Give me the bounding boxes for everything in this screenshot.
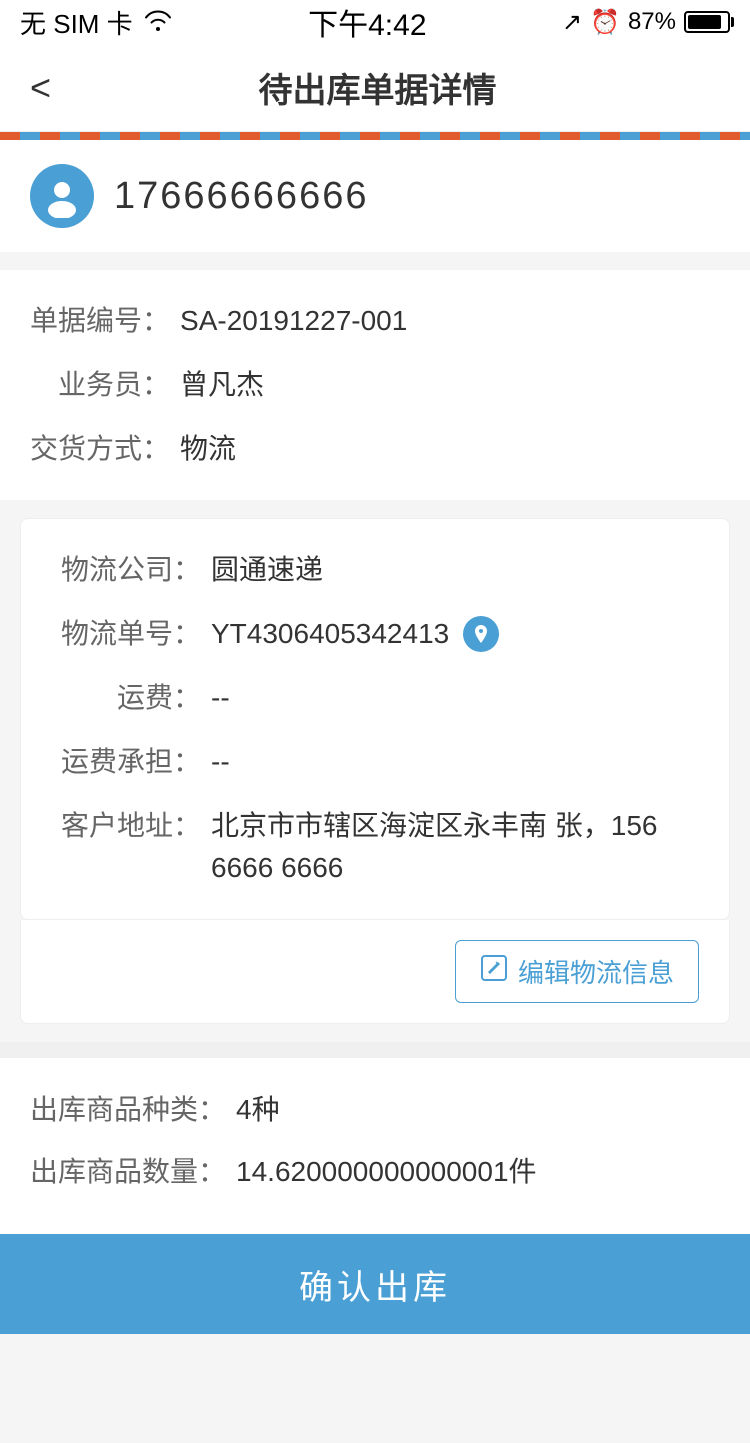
battery-percent: 87% — [628, 8, 676, 36]
bottom-spacer — [0, 1323, 750, 1443]
tracking-number-label: 物流单号： — [51, 613, 201, 655]
delivery-method-value: 物流 — [170, 428, 720, 470]
address-row: 客户地址： 北京市市辖区海淀区永丰南 张，156 6666 6666 — [51, 805, 699, 889]
logistics-section: 物流公司： 圆通速递 物流单号： YT4306405342413 运费： -- … — [20, 518, 730, 920]
back-button[interactable]: < — [30, 67, 71, 109]
alarm-icon: ⏰ — [590, 8, 620, 37]
tracking-location-icon[interactable] — [463, 616, 499, 652]
logistics-company-label: 物流公司： — [51, 549, 201, 591]
document-number-value: SA-20191227-001 — [170, 300, 720, 342]
edit-logistics-label: 编辑物流信息 — [518, 953, 674, 990]
logistics-company-row: 物流公司： 圆通速递 — [51, 549, 699, 591]
status-right: ↗ ⏰ 87% — [562, 8, 730, 37]
location-status-icon: ↗ — [562, 8, 582, 37]
customer-header: 17666666666 — [0, 140, 750, 252]
confirm-text: 确认出库 — [299, 1260, 451, 1309]
tracking-number-value-container: YT4306405342413 — [201, 613, 699, 655]
wifi-icon — [143, 7, 173, 38]
goods-quantity-row: 出库商品数量： 14.620000000000001件 — [30, 1150, 720, 1190]
user-icon — [40, 174, 84, 218]
address-label: 客户地址： — [51, 805, 201, 847]
address-value: 北京市市辖区海淀区永丰南 张，156 6666 6666 — [201, 805, 699, 889]
goods-types-value: 4种 — [226, 1088, 280, 1128]
goods-quantity-value: 14.620000000000001件 — [226, 1150, 537, 1190]
edit-logistics-button[interactable]: 编辑物流信息 — [455, 940, 699, 1003]
goods-section: 出库商品种类： 4种 出库商品数量： 14.620000000000001件 — [0, 1058, 750, 1220]
nav-bar: < 待出库单据详情 — [0, 44, 750, 132]
document-number-row: 单据编号： SA-20191227-001 — [30, 300, 720, 342]
avatar — [30, 164, 94, 228]
order-info-section: 单据编号： SA-20191227-001 业务员： 曾凡杰 交货方式： 物流 — [0, 270, 750, 500]
map-pin-icon — [470, 623, 492, 645]
status-bar: 无 SIM 卡 下午4:42 ↗ ⏰ 87% — [0, 0, 750, 44]
freight-label: 运费： — [51, 677, 201, 719]
sales-person-label: 业务员： — [30, 364, 170, 406]
delivery-method-label: 交货方式： — [30, 428, 170, 470]
section-divider — [0, 1042, 750, 1058]
goods-types-row: 出库商品种类： 4种 — [30, 1088, 720, 1128]
decorative-border — [0, 132, 750, 140]
tracking-number-text: YT4306405342413 — [211, 613, 449, 655]
status-time: 下午4:42 — [308, 0, 426, 44]
freight-value: -- — [201, 677, 699, 719]
goods-quantity-label: 出库商品数量： — [30, 1150, 226, 1190]
edit-icon — [480, 954, 508, 989]
document-number-label: 单据编号： — [30, 300, 170, 342]
edit-button-area: 编辑物流信息 — [20, 920, 730, 1024]
freight-row: 运费： -- — [51, 677, 699, 719]
tracking-number-row: 物流单号： YT4306405342413 — [51, 613, 699, 655]
sales-person-row: 业务员： 曾凡杰 — [30, 364, 720, 406]
freight-bearer-label: 运费承担： — [51, 741, 201, 783]
freight-bearer-value: -- — [201, 741, 699, 783]
sales-person-value: 曾凡杰 — [170, 364, 720, 406]
customer-phone: 17666666666 — [114, 175, 368, 218]
goods-types-label: 出库商品种类： — [30, 1088, 226, 1128]
page-title: 待出库单据详情 — [71, 63, 684, 112]
carrier-text: 无 SIM 卡 — [20, 4, 133, 41]
confirm-button[interactable]: 确认出库 — [0, 1234, 750, 1334]
status-left: 无 SIM 卡 — [20, 4, 173, 41]
logistics-company-value: 圆通速递 — [201, 549, 699, 591]
freight-bearer-row: 运费承担： -- — [51, 741, 699, 783]
delivery-method-row: 交货方式： 物流 — [30, 428, 720, 470]
battery-icon — [684, 11, 730, 33]
